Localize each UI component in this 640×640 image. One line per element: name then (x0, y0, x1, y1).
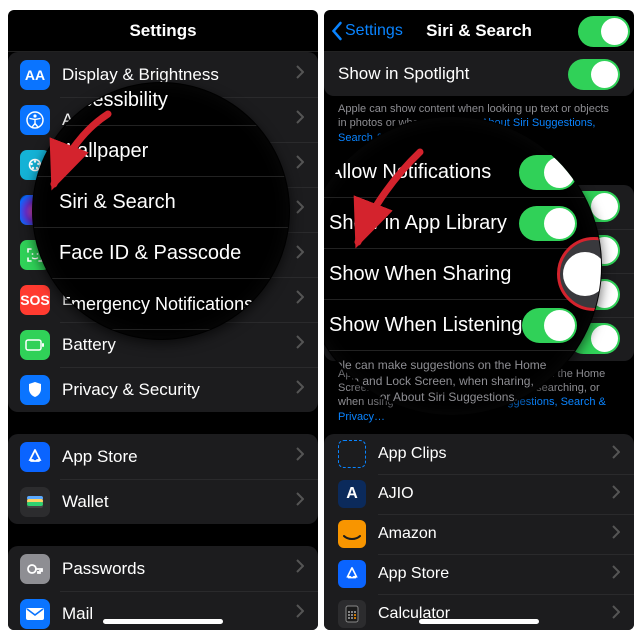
chevron-right-icon (296, 447, 304, 466)
chevron-right-icon (296, 604, 304, 623)
appstore-icon (338, 560, 366, 588)
sos-icon: SOS (20, 285, 50, 315)
chevron-right-icon (296, 559, 304, 578)
row-mail[interactable]: Mail (8, 591, 318, 630)
section-header: SUGGESTIONS FROM APPLE (324, 155, 634, 185)
chevron-right-icon (612, 605, 620, 624)
row-show-spotlight[interactable]: Show in Spotlight (324, 52, 634, 96)
chevron-right-icon (296, 110, 304, 129)
row-passwords[interactable]: Passwords (8, 546, 318, 591)
toggle[interactable] (568, 191, 620, 222)
passwords-icon (20, 554, 50, 584)
chevron-right-icon (296, 155, 304, 174)
wallpaper-icon (20, 150, 50, 180)
chevron-right-icon (296, 65, 304, 84)
calculator-icon (338, 600, 366, 628)
chevron-right-icon (612, 485, 620, 504)
right-screenshot: Settings Siri & Search Show in Spotlight… (324, 10, 634, 630)
chevron-right-icon (612, 445, 620, 464)
header-settings: Settings (8, 10, 318, 52)
row-battery[interactable]: Battery (8, 322, 318, 367)
ajio-icon: A (338, 480, 366, 508)
toggle-partial[interactable] (578, 16, 630, 47)
wallet-icon (20, 487, 50, 517)
toggle[interactable] (568, 323, 620, 354)
chevron-right-icon (296, 245, 304, 264)
home-indicator[interactable] (419, 619, 539, 624)
row-faceid[interactable]: Face ID & Passcode (8, 232, 318, 277)
left-screenshot: Settings AA Display & Brightness Accessi… (8, 10, 318, 630)
faceid-icon (20, 240, 50, 270)
row-siri-search[interactable]: Siri & Search (8, 187, 318, 232)
row-wallpaper[interactable]: Wallpaper (8, 142, 318, 187)
toggle[interactable] (568, 235, 620, 266)
app-row-appstore[interactable]: App Store (324, 554, 634, 594)
header-siri-search: Settings Siri & Search (324, 10, 634, 52)
appstore-icon (20, 442, 50, 472)
mail-icon (20, 599, 50, 629)
battery-icon (20, 330, 50, 360)
header-title: Settings (129, 21, 196, 41)
row-show-app-library[interactable]: Show in App Library (324, 229, 634, 273)
siri-icon (20, 195, 50, 225)
display-icon: AA (20, 60, 50, 90)
row-privacy[interactable]: Privacy & Security (8, 367, 318, 412)
chevron-right-icon (296, 380, 304, 399)
toggle-spotlight[interactable] (568, 59, 620, 90)
row-wallet[interactable]: Wallet (8, 479, 318, 524)
row-appstore[interactable]: App Store (8, 434, 318, 479)
chevron-right-icon (612, 565, 620, 584)
back-button[interactable]: Settings (330, 21, 403, 41)
app-row-amazon[interactable]: Amazon (324, 514, 634, 554)
accessibility-icon (20, 105, 50, 135)
row-accessibility[interactable]: Accessibility (8, 97, 318, 142)
app-row-appclips[interactable]: App Clips (324, 434, 634, 474)
toggle-sharing[interactable] (568, 279, 620, 310)
row-show-when-sharing[interactable]: Show When Sharing (324, 273, 634, 317)
row-emergency[interactable]: SOS Emergency SOS (8, 277, 318, 322)
appclips-icon (338, 440, 366, 468)
hint-text: Apple can make suggestions in Spotlight,… (324, 361, 634, 434)
row-allow-notifications[interactable]: Allow Notifications (324, 185, 634, 229)
home-indicator[interactable] (103, 619, 223, 624)
header-title: Siri & Search (426, 21, 532, 41)
app-row-ajio[interactable]: A AJIO (324, 474, 634, 514)
hint-text: Apple can show content when looking up t… (324, 96, 634, 155)
row-display-brightness[interactable]: AA Display & Brightness (8, 52, 318, 97)
chevron-right-icon (612, 525, 620, 544)
chevron-right-icon (296, 290, 304, 309)
chevron-right-icon (296, 335, 304, 354)
row-show-when-listening[interactable]: Show When Listening (324, 317, 634, 361)
chevron-right-icon (296, 492, 304, 511)
settings-list: AA Display & Brightness Accessibility Wa… (8, 52, 318, 630)
chevron-right-icon (296, 200, 304, 219)
app-row-calculator[interactable]: Calculator (324, 594, 634, 630)
amazon-icon (338, 520, 366, 548)
privacy-icon (20, 375, 50, 405)
